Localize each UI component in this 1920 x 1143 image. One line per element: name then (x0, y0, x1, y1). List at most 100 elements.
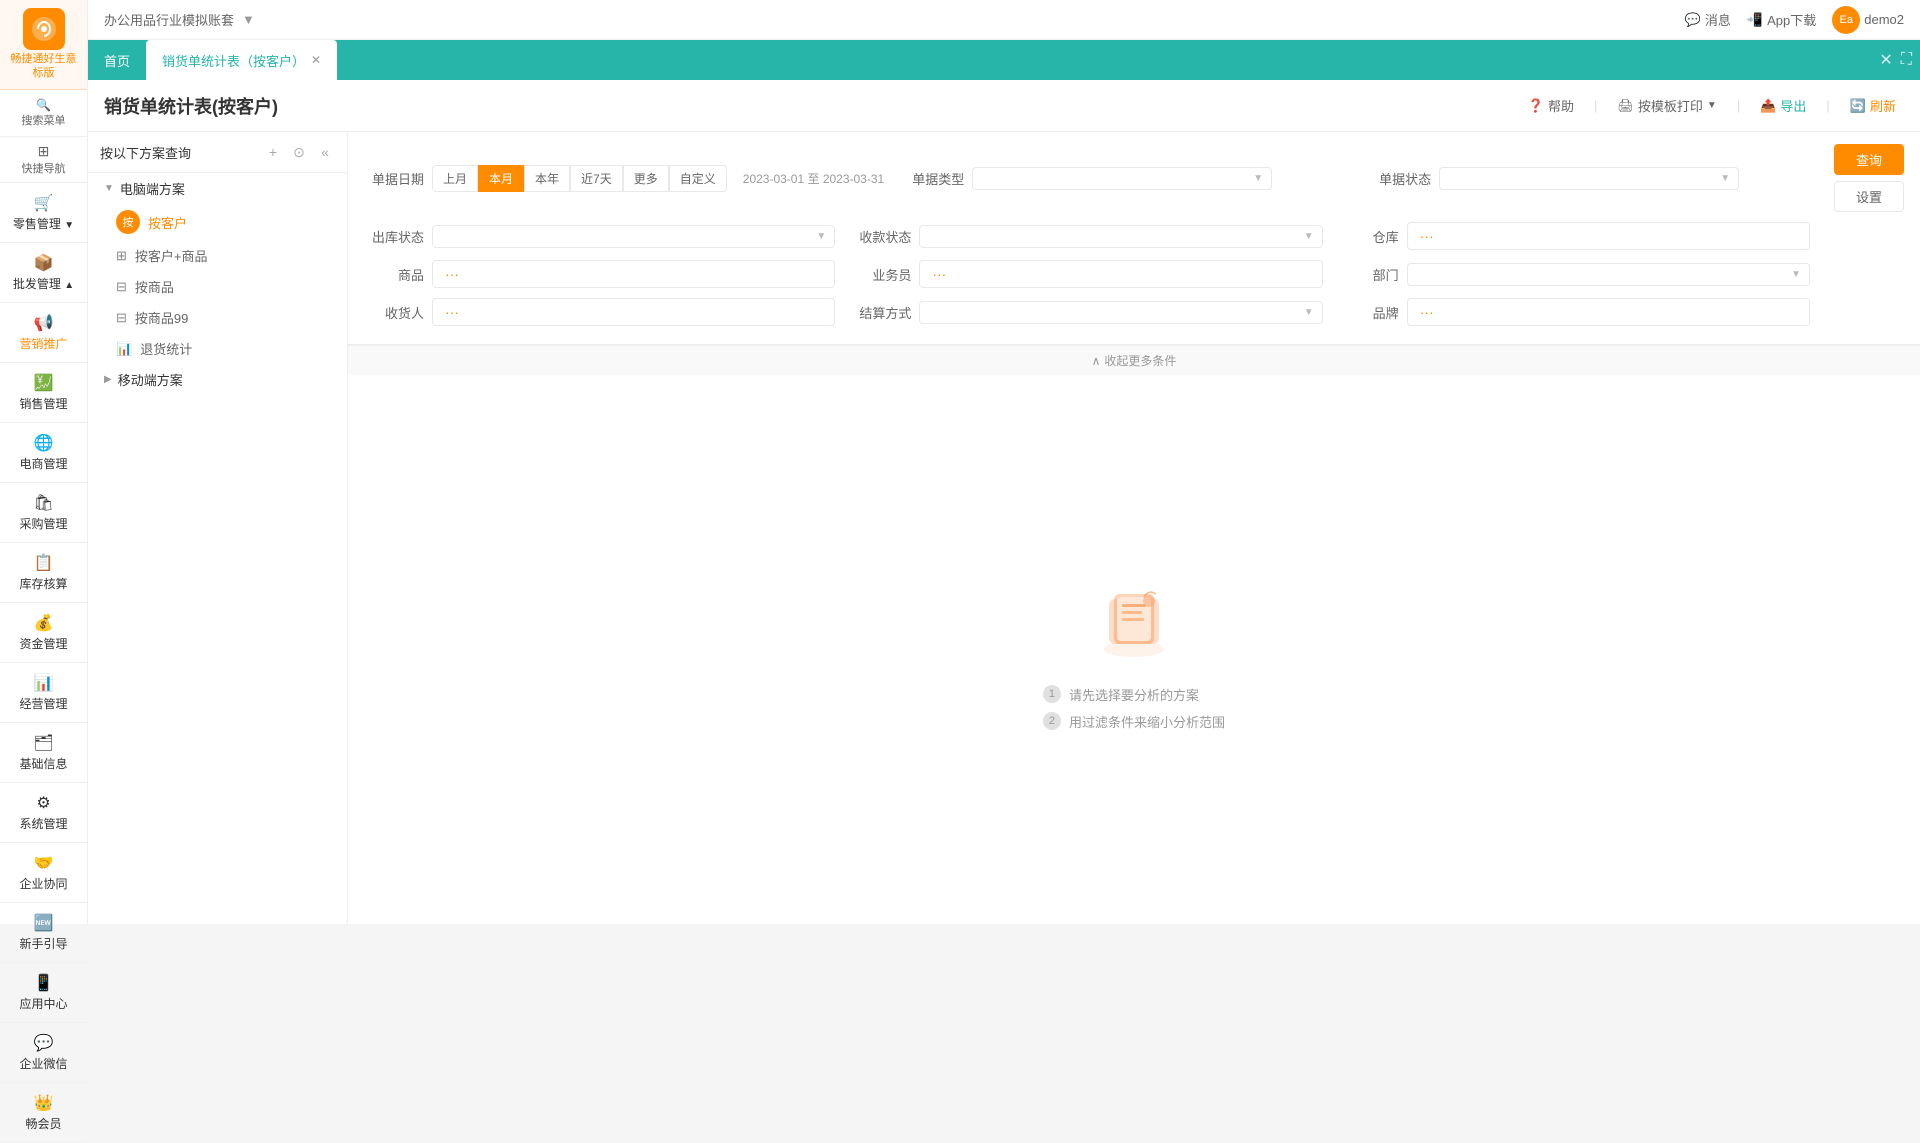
message-icon: 💬 (1685, 12, 1701, 28)
sidebar-item-inventory[interactable]: 📋 库存核算 (0, 543, 87, 603)
sidebar-quick-nav[interactable]: ⊞ 快捷导航 (0, 137, 87, 183)
tab-close-all[interactable]: ✕ (1879, 50, 1892, 70)
header-right-actions: 💬 消息 📲 App下载 Ea demo2 (1685, 6, 1904, 34)
refresh-btn[interactable]: 🔄 刷新 (1842, 92, 1904, 119)
payment-label: 结算方式 (851, 303, 911, 322)
brand-label: 品牌 (1339, 303, 1399, 322)
sidebar-item-system[interactable]: ⚙ 系统管理 (0, 783, 87, 843)
sidebar: 畅捷通好生意标版 🔍 销货单统计表(按客户) 搜索菜单 ⊞ 快捷导航 🛒 零售管… (0, 0, 88, 924)
sidebar-item-wechat[interactable]: 💬 企业微信 (0, 1023, 87, 1083)
sidebar-item-ecommerce[interactable]: 🌐 电商管理 (0, 423, 87, 483)
receiver-label: 收货人 (364, 303, 424, 322)
sidebar-item-member[interactable]: 👑 畅会员 (0, 1083, 87, 1143)
tab-home[interactable]: 首页 (88, 40, 146, 80)
date-btn-custom[interactable]: 自定义 (669, 165, 727, 192)
download-icon: 📲 (1747, 12, 1763, 28)
tree-desktop-group[interactable]: ▼ 电脑端方案 (88, 173, 347, 204)
sidebar-item-newuser[interactable]: 🆕 新手引导 (0, 903, 87, 963)
hint-num-2: 2 (1043, 712, 1061, 730)
scheme-by-product-99[interactable]: ⊟ 按商品99 (88, 302, 347, 333)
scheme-icon-4: 📊 (116, 341, 132, 357)
settings-btn[interactable]: 设置 (1834, 181, 1904, 212)
desktop-group-label: 电脑端方案 (120, 179, 185, 198)
warehouse-input[interactable]: ··· (1407, 222, 1810, 250)
content-body: 按以下方案查询 + ⊙ « ▼ 电脑端方案 按 按客户 (88, 132, 1920, 924)
export-btn[interactable]: 📤 导出 (1752, 92, 1814, 119)
out-status-input[interactable]: ▼ (432, 225, 835, 248)
order-type-input[interactable]: ▼ (972, 167, 1272, 190)
scheme-by-product[interactable]: ⊟ 按商品 (88, 271, 347, 302)
top-header: 办公用品行业模拟账套 ▼ 💬 消息 📲 App下载 Ea demo2 (88, 0, 1920, 40)
sidebar-item-appcenter[interactable]: 📱 应用中心 (0, 963, 87, 1023)
date-btn-this-year[interactable]: 本年 (524, 165, 570, 192)
retail-icon: 🛒 (4, 193, 83, 213)
sidebar-item-finance[interactable]: 💰 资金管理 (0, 603, 87, 663)
user-menu-btn[interactable]: Ea demo2 (1832, 6, 1904, 34)
empty-state-hints: 1 请先选择要分析的方案 2 用过滤条件来缩小分析范围 (1043, 685, 1225, 731)
query-btn[interactable]: 查询 (1834, 144, 1904, 175)
sidebar-search[interactable]: 🔍 销货单统计表(按客户) 搜索菜单 (0, 90, 87, 137)
tab-sales-stat[interactable]: 销货单统计表（按客户） ✕ (146, 40, 337, 80)
divider3: | (1826, 98, 1829, 113)
collapse-bar[interactable]: ∧ 收起更多条件 (348, 345, 1920, 375)
payment-input[interactable]: ▼ (919, 301, 1322, 324)
system-icon: ⚙ (4, 793, 83, 813)
account-dropdown-icon[interactable]: ▼ (242, 12, 255, 27)
date-filter: 上月 本月 本年 近7天 更多 自定义 (432, 165, 727, 192)
finance-icon: 💰 (4, 613, 83, 633)
sidebar-logo: 畅捷通好生意标版 (0, 0, 87, 90)
date-btn-more[interactable]: 更多 (623, 165, 669, 192)
sidebar-item-operations[interactable]: 📊 经营管理 (0, 663, 87, 723)
order-status-input[interactable]: ▼ (1439, 167, 1739, 190)
scheme-return-stat[interactable]: 📊 退货统计 (88, 333, 347, 364)
tab-bar: 首页 销货单统计表（按客户） ✕ ✕ ⛶ (88, 40, 1920, 80)
app-download-btn[interactable]: 📲 App下载 (1747, 10, 1816, 29)
newuser-icon: 🆕 (4, 913, 83, 933)
sidebar-item-basic[interactable]: 🗂 基础信息 (0, 723, 87, 783)
settings-scheme-btn[interactable]: ⊙ (289, 142, 309, 162)
desktop-children: 按 按客户 ⊞ 按客户+商品 ⊟ 按商品 ⊟ 按商品99 (88, 204, 347, 364)
collapse-panel-btn[interactable]: « (315, 142, 335, 162)
date-btn-7days[interactable]: 近7天 (570, 165, 623, 192)
product-label: 商品 (364, 265, 424, 284)
messages-btn[interactable]: 💬 消息 (1685, 10, 1731, 29)
tree-mobile-group[interactable]: ▶ 移动端方案 (88, 364, 347, 395)
filter-area: 单据日期 上月 本月 本年 近7天 更多 自定义 2023-03-01 至 20… (348, 132, 1920, 345)
logo-icon (23, 8, 65, 50)
tab-expand[interactable]: ⛶ (1901, 51, 1912, 69)
date-btn-this-month[interactable]: 本月 (478, 165, 524, 192)
sidebar-item-retail[interactable]: 🛒 零售管理 ▼ (0, 183, 87, 243)
scheme-icon-3: ⊟ (116, 310, 127, 326)
sidebar-item-sales[interactable]: 💹 销售管理 (0, 363, 87, 423)
tab-close-icon[interactable]: ✕ (311, 53, 321, 67)
staff-input[interactable]: ··· (919, 260, 1322, 288)
print-btn[interactable]: 🖨 按模板打印 ▼ (1609, 92, 1724, 119)
brand-input[interactable]: ··· (1407, 298, 1810, 326)
left-panel: 按以下方案查询 + ⊙ « ▼ 电脑端方案 按 按客户 (88, 132, 348, 924)
scheme-by-customer[interactable]: 按 按客户 (88, 204, 347, 240)
department-input[interactable]: ▼ (1407, 263, 1810, 286)
action-buttons: 查询 设置 (1834, 144, 1904, 212)
product-input[interactable]: ··· (432, 260, 835, 288)
marketing-icon: 📢 (4, 313, 83, 333)
avatar: Ea (1832, 6, 1860, 34)
collapse-icon: ∧ (1092, 354, 1101, 368)
sidebar-item-enterprise[interactable]: 🤝 企业协同 (0, 843, 87, 903)
active-scheme-dot: 按 (116, 210, 140, 234)
sidebar-item-purchase[interactable]: 🛍 采购管理 (0, 483, 87, 543)
refresh-icon: 🔄 (1850, 98, 1866, 114)
page-content: 销货单统计表(按客户) ❓ 帮助 | 🖨 按模板打印 ▼ | 📤 导出 | (88, 80, 1920, 924)
left-panel-title: 按以下方案查询 (100, 143, 191, 162)
collapse-label: 收起更多条件 (1104, 352, 1176, 369)
left-panel-header: 按以下方案查询 + ⊙ « (88, 132, 347, 173)
scheme-by-customer-product[interactable]: ⊞ 按客户+商品 (88, 240, 347, 271)
date-btn-last-month[interactable]: 上月 (432, 165, 478, 192)
basic-icon: 🗂 (4, 733, 83, 753)
help-btn[interactable]: ❓ 帮助 (1520, 92, 1582, 119)
add-scheme-btn[interactable]: + (263, 142, 283, 162)
page-title: 销货单统计表(按客户) (104, 93, 278, 119)
collection-status-input[interactable]: ▼ (919, 225, 1322, 248)
receiver-input[interactable]: ··· (432, 298, 835, 326)
sidebar-item-marketing[interactable]: 📢 营销推广 (0, 303, 87, 363)
sidebar-item-wholesale[interactable]: 📦 批发管理 ▲ (0, 243, 87, 303)
